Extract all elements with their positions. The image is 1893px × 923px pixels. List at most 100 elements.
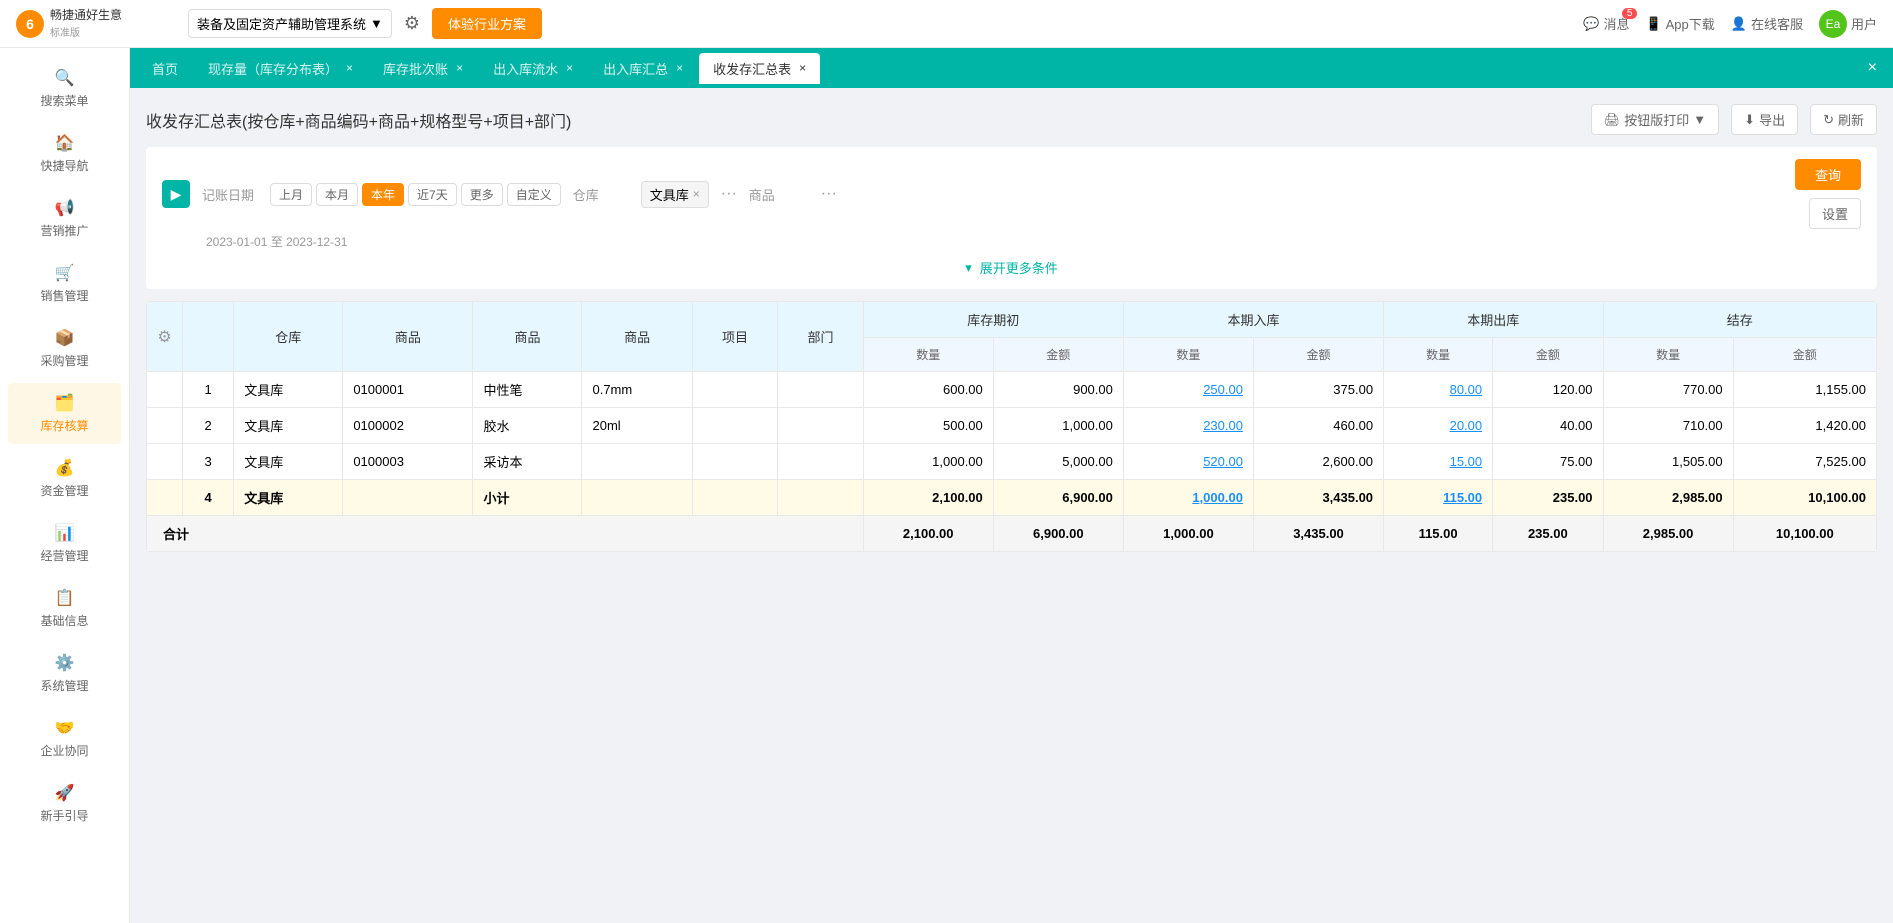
online-service-label: 在线客服 (1751, 14, 1803, 33)
table-cell (147, 372, 183, 408)
home-icon: 🏠 (55, 133, 75, 153)
footer-jiecun-amt: 10,100.00 (1733, 516, 1876, 552)
sidebar-label-inventory: 库存核算 (40, 417, 88, 434)
sidebar-item-marketing[interactable]: 📢 营销推广 (8, 188, 121, 249)
tab-close-stock-summary[interactable]: × (799, 61, 806, 75)
table-cell: 7,525.00 (1733, 444, 1876, 480)
print-button[interactable]: 🖨 按钮版打印 ▼ (1591, 104, 1719, 135)
settings-button[interactable]: 设置 (1809, 198, 1861, 229)
sub-header-ruku-amt: 金额 (1253, 338, 1383, 372)
sidebar-item-quick[interactable]: 🏠 快捷导航 (8, 123, 121, 184)
tab-inventory-distribution[interactable]: 现存量（库存分布表） × (194, 53, 367, 84)
refresh-label: 刷新 (1838, 110, 1864, 129)
date-btn-this-month[interactable]: 本月 (316, 183, 358, 206)
tab-close-inventory-distribution[interactable]: × (346, 61, 353, 75)
table-cell: 710.00 (1603, 408, 1733, 444)
table-footer-row: 合计 2,100.00 6,900.00 1,000.00 3,435.00 1… (147, 516, 1877, 552)
data-table: ⚙ 仓库 商品 商品 商品 项目 部门 库存期初 本期入库 (146, 301, 1877, 552)
table-cell: 40.00 (1493, 408, 1603, 444)
sidebar-item-system[interactable]: ⚙️ 系统管理 (8, 643, 121, 704)
footer-label: 合计 (147, 516, 864, 552)
date-btn-last-month[interactable]: 上月 (270, 183, 312, 206)
sidebar-item-operation[interactable]: 📊 经营管理 (8, 513, 121, 574)
avatar: Ea (1819, 10, 1847, 38)
table-cell: 0100002 (343, 408, 473, 444)
link-cell[interactable]: 250.00 (1203, 382, 1243, 397)
date-btn-more[interactable]: 更多 (461, 183, 503, 206)
query-button[interactable]: 查询 (1795, 159, 1861, 190)
tab-stock-summary[interactable]: 收发存汇总表 × (699, 53, 820, 84)
refresh-button[interactable]: ↻ 刷新 (1810, 104, 1877, 135)
filter-toggle-arrow[interactable]: ▶ (162, 180, 190, 208)
tab-inout-summary[interactable]: 出入库汇总 × (589, 53, 697, 84)
settings-icon[interactable]: ⚙ (404, 13, 420, 34)
warehouse-tag-close[interactable]: × (693, 187, 700, 201)
warehouse-filter-dots[interactable]: ··· (721, 185, 737, 203)
link-cell[interactable]: 80.00 (1450, 382, 1483, 397)
sidebar-item-cooperation[interactable]: 🤝 企业协同 (8, 708, 121, 769)
page-title: 收发存汇总表(按仓库+商品编码+商品+规格型号+项目+部门) (146, 108, 571, 132)
sidebar-item-search[interactable]: 🔍 搜索菜单 (8, 58, 121, 119)
link-cell[interactable]: 115.00 (1443, 490, 1482, 505)
sidebar-item-purchase[interactable]: 📦 采购管理 (8, 318, 121, 379)
tab-inout-flow[interactable]: 出入库流水 × (479, 53, 587, 84)
table-cell (147, 444, 183, 480)
link-cell[interactable]: 520.00 (1203, 454, 1243, 469)
link-cell[interactable]: 20.00 (1450, 418, 1483, 433)
sidebar-item-finance[interactable]: 💰 资金管理 (8, 448, 121, 509)
system-selector[interactable]: 装备及固定资产辅助管理系统 ▼ (188, 9, 392, 38)
table-cell: 3 (183, 444, 234, 480)
col-header-code: 商品 (343, 302, 473, 372)
tab-close-inout-flow[interactable]: × (566, 61, 573, 75)
link-cell[interactable]: 230.00 (1203, 418, 1243, 433)
table-cell: 4 (183, 480, 234, 516)
footer-chuku-amt: 235.00 (1493, 516, 1603, 552)
table-cell: 1,000.00 (863, 444, 993, 480)
link-cell[interactable]: 15.00 (1450, 454, 1483, 469)
table-cell: 3,435.00 (1253, 480, 1383, 516)
date-btn-7days[interactable]: 近7天 (408, 183, 457, 206)
global-close-icon[interactable]: × (1860, 55, 1885, 81)
sidebar-label-guide: 新手引导 (40, 807, 88, 824)
tab-home[interactable]: 首页 (138, 53, 192, 84)
online-service-button[interactable]: 👤 在线客服 (1731, 14, 1803, 33)
message-button[interactable]: 💬 消息 5 (1583, 14, 1629, 33)
sidebar-label-cooperation: 企业协同 (40, 742, 88, 759)
date-btn-this-year[interactable]: 本年 (362, 183, 404, 206)
table-cell: 0100001 (343, 372, 473, 408)
product-filter-dots[interactable]: ··· (821, 185, 837, 203)
expand-conditions-button[interactable]: ▾ 展开更多条件 (965, 258, 1058, 277)
link-cell[interactable]: 1,000.00 (1192, 490, 1243, 505)
trial-button[interactable]: 体验行业方案 (432, 8, 542, 39)
table-cell: 采访本 (473, 444, 582, 480)
service-icon: 👤 (1731, 16, 1747, 32)
user-menu[interactable]: Ea 用户 (1819, 10, 1877, 38)
sidebar-item-inventory[interactable]: 🗂️ 库存核算 (8, 383, 121, 444)
table-cell (692, 444, 777, 480)
table-cell: 小计 (473, 480, 582, 516)
date-filter-label: 记账日期 (202, 185, 262, 204)
export-button[interactable]: ⬇ 导出 (1731, 104, 1798, 135)
col-header-dept: 部门 (778, 302, 863, 372)
table-cell (778, 372, 863, 408)
tab-batch-account[interactable]: 库存批次账 × (369, 53, 477, 84)
tab-close-batch-account[interactable]: × (456, 61, 463, 75)
table-cell: 2,100.00 (863, 480, 993, 516)
table-row: 2文具库0100002胶水20ml500.001,000.00230.00460… (147, 408, 1877, 444)
table-cell: 2 (183, 408, 234, 444)
app-download-button[interactable]: 📱 App下载 (1645, 14, 1714, 33)
tab-bar: 首页 现存量（库存分布表） × 库存批次账 × 出入库流水 × 出入库汇总 × (130, 48, 1893, 88)
col-header-ruku: 本期入库 (1123, 302, 1383, 338)
sidebar-label-system: 系统管理 (40, 677, 88, 694)
table-gear-icon[interactable]: ⚙ (157, 329, 171, 346)
table-cell (582, 480, 692, 516)
table-cell: 75.00 (1493, 444, 1603, 480)
sidebar-item-sales[interactable]: 🛒 销售管理 (8, 253, 121, 314)
table-cell (343, 480, 473, 516)
sidebar-menu: 🔍 搜索菜单 🏠 快捷导航 📢 营销推广 🛒 销售管理 📦 采购管 (0, 48, 129, 844)
sidebar-item-guide[interactable]: 🚀 新手引导 (8, 773, 121, 834)
sidebar-item-basic[interactable]: 📋 基础信息 (8, 578, 121, 639)
tab-close-inout-summary[interactable]: × (676, 61, 683, 75)
date-btn-custom[interactable]: 自定义 (507, 183, 561, 206)
col-header-warehouse: 仓库 (234, 302, 343, 372)
